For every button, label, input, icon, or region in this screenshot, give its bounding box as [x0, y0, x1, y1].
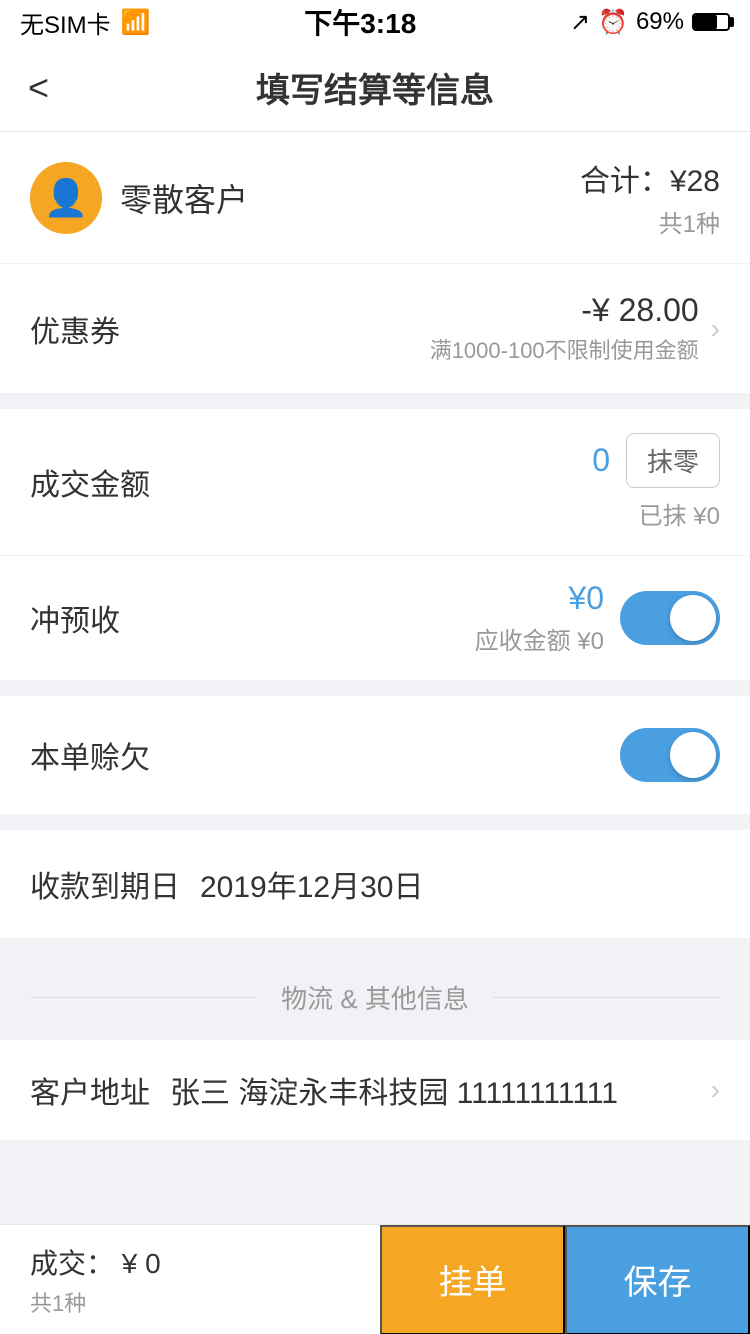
coupon-label: 优惠券	[30, 307, 120, 351]
due-date-label: 收款到期日	[30, 862, 180, 906]
status-left: 无SIM卡 📶	[20, 5, 151, 40]
total-amount: 合计：¥28	[580, 156, 720, 200]
address-value: 张三 海淀永丰科技园 11111111111	[170, 1068, 711, 1112]
debt-toggle-knob	[670, 732, 716, 778]
prepayment-amount-block: ¥0 应收金额 ¥0	[475, 580, 604, 656]
customer-name: 零散客户	[120, 175, 248, 221]
content: 👤 零散客户 合计：¥28 共1种 优惠券 -¥ 28.00 满1000-100…	[0, 132, 750, 1276]
coupon-row[interactable]: 优惠券 -¥ 28.00 满1000-100不限制使用金额 ›	[0, 263, 750, 393]
due-date-row[interactable]: 收款到期日 2019年12月30日	[0, 830, 750, 939]
transaction-row: 成交金额 抹零 已抹 ¥0	[0, 409, 750, 556]
bottom-deal-label: 成交：	[30, 1248, 114, 1279]
transaction-amount-input[interactable]	[530, 442, 610, 479]
transaction-right: 抹零 已抹 ¥0	[530, 433, 720, 531]
address-section: 客户地址 张三 海淀永丰科技园 11111111111 ›	[0, 1040, 750, 1140]
round-off-button[interactable]: 抹零	[626, 433, 720, 488]
bottom-deal: 成交： ¥ 0	[30, 1242, 350, 1282]
bottom-bar: 成交： ¥ 0 共1种 挂单 保存	[0, 1224, 750, 1334]
customer-right: 合计：¥28 共1种	[580, 156, 720, 239]
transaction-controls: 抹零	[530, 433, 720, 488]
address-row[interactable]: 客户地址 张三 海淀永丰科技园 11111111111 ›	[0, 1040, 750, 1140]
coupon-right: -¥ 28.00 满1000-100不限制使用金额 ›	[430, 292, 720, 365]
transaction-label: 成交金额	[30, 460, 150, 504]
sim-signal: 无SIM卡	[20, 5, 111, 40]
coupon-value-block: -¥ 28.00 满1000-100不限制使用金额	[430, 292, 699, 365]
customer-row: 👤 零散客户 合计：¥28 共1种	[0, 132, 750, 263]
debt-section: 本单赊欠	[0, 696, 750, 814]
bottom-summary: 成交： ¥ 0 共1种	[0, 1242, 380, 1318]
logistics-divider-right	[493, 997, 720, 998]
page-title: 填写结算等信息	[256, 63, 494, 112]
alarm-icon: ⏰	[598, 8, 628, 37]
due-date-value: 2019年12月30日	[200, 862, 423, 906]
avatar-icon: 👤	[44, 177, 89, 219]
logistics-section: 物流 & 其他信息	[0, 955, 750, 1040]
prepayment-label: 冲预收	[30, 596, 120, 640]
customer-left: 👤 零散客户	[30, 162, 248, 234]
nav-bar: < 填写结算等信息	[0, 44, 750, 132]
status-bar: 无SIM卡 📶 下午3:18 ↗ ⏰ 69%	[0, 0, 750, 44]
prepayment-row: 冲预收 ¥0 应收金额 ¥0	[0, 556, 750, 680]
prepayment-amount: ¥0	[475, 580, 604, 617]
back-button[interactable]: <	[28, 67, 49, 109]
coupon-desc: 满1000-100不限制使用金额	[430, 333, 699, 365]
address-chevron-icon: ›	[711, 1074, 720, 1106]
status-right: ↗ ⏰ 69%	[570, 8, 730, 37]
coupon-amount: -¥ 28.00	[430, 292, 699, 329]
prepayment-right: ¥0 应收金额 ¥0	[475, 580, 720, 656]
transaction-section: 成交金额 抹零 已抹 ¥0 冲预收 ¥0 应收金额 ¥0	[0, 409, 750, 680]
wifi-icon: 📶	[121, 8, 151, 37]
bottom-deal-amount: ¥ 0	[122, 1248, 161, 1279]
prepayment-sub: 应收金额 ¥0	[475, 621, 604, 656]
total-count: 共1种	[580, 204, 720, 239]
battery-icon	[692, 13, 730, 31]
avatar: 👤	[30, 162, 102, 234]
debt-toggle[interactable]	[620, 728, 720, 782]
prepayment-toggle[interactable]	[620, 591, 720, 645]
battery-percent: 69%	[636, 8, 684, 36]
chevron-right-icon: ›	[711, 313, 720, 345]
bottom-count: 共1种	[30, 1286, 350, 1318]
status-time: 下午3:18	[304, 2, 416, 42]
logistics-divider-left	[30, 997, 257, 998]
due-date-section: 收款到期日 2019年12月30日	[0, 830, 750, 939]
toggle-knob	[670, 595, 716, 641]
debt-label: 本单赊欠	[30, 733, 150, 777]
save-button[interactable]: 保存	[565, 1225, 750, 1334]
location-icon: ↗	[570, 8, 590, 37]
battery-fill	[694, 15, 717, 29]
transaction-sub: 已抹 ¥0	[530, 496, 720, 531]
pending-button[interactable]: 挂单	[380, 1225, 565, 1334]
customer-section: 👤 零散客户 合计：¥28 共1种 优惠券 -¥ 28.00 满1000-100…	[0, 132, 750, 393]
logistics-text: 物流 & 其他信息	[257, 979, 493, 1016]
address-label: 客户地址	[30, 1068, 150, 1112]
